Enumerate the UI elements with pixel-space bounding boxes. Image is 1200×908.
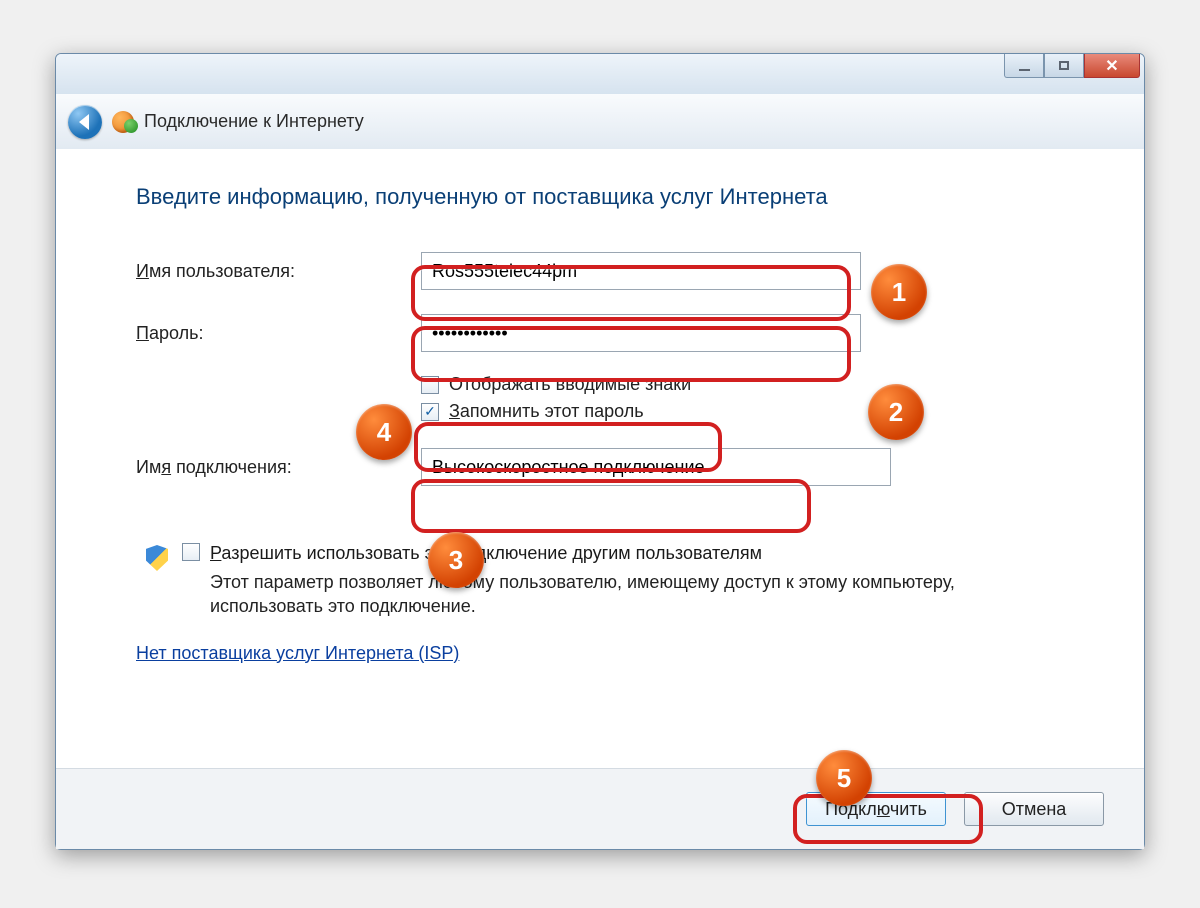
network-globe-icon xyxy=(112,111,134,133)
maximize-icon xyxy=(1059,61,1069,70)
label-password: Пароль: xyxy=(136,323,421,344)
minimize-button[interactable] xyxy=(1004,54,1044,78)
maximize-button[interactable] xyxy=(1044,54,1084,78)
footer: Подключить Отмена xyxy=(56,768,1144,849)
window-title: Подключение к Интернету xyxy=(144,111,364,132)
dialog-window: Подключение к Интернету Введите информац… xyxy=(55,53,1145,850)
cancel-button[interactable]: Отмена xyxy=(964,792,1104,826)
allow-others-checkbox[interactable] xyxy=(182,543,200,561)
allow-others-block: Разрешить использовать это подключение д… xyxy=(146,543,1074,619)
row-password: Пароль: xyxy=(136,312,1074,354)
content-area: Введите информацию, полученную от постав… xyxy=(56,149,1144,769)
remember-pw-checkbox[interactable]: ✓ xyxy=(421,403,439,421)
back-button[interactable] xyxy=(68,105,102,139)
show-chars-checkbox[interactable] xyxy=(421,376,439,394)
row-show-chars: Отображать вводимые знаки xyxy=(421,374,1074,395)
caption-buttons xyxy=(1004,54,1140,78)
close-button[interactable] xyxy=(1084,54,1140,78)
minimize-icon xyxy=(1019,69,1030,71)
back-arrow-icon xyxy=(79,114,89,130)
row-connection-name: Имя подключения: xyxy=(136,446,1074,488)
allow-others-label: Разрешить использовать это подключение д… xyxy=(210,543,762,564)
remember-pw-label: Запомнить этот пароль xyxy=(449,401,644,422)
no-isp-link[interactable]: Нет поставщика услуг Интернета (ISP) xyxy=(136,643,459,664)
titlebar xyxy=(56,54,1144,94)
connect-button[interactable]: Подключить xyxy=(806,792,946,826)
password-input[interactable] xyxy=(421,314,861,352)
shield-icon xyxy=(146,545,168,571)
page-heading: Введите информацию, полученную от постав… xyxy=(136,184,1074,210)
row-username: Имя пользователя: xyxy=(136,250,1074,292)
row-remember-pw: ✓ Запомнить этот пароль xyxy=(421,401,1074,422)
close-icon xyxy=(1105,56,1118,76)
allow-others-description: Этот параметр позволяет любому пользоват… xyxy=(210,570,1002,619)
show-chars-label: Отображать вводимые знаки xyxy=(449,374,691,395)
navbar: Подключение к Интернету xyxy=(56,94,1144,150)
username-input[interactable] xyxy=(421,252,861,290)
label-connection-name: Имя подключения: xyxy=(136,457,421,478)
label-username: Имя пользователя: xyxy=(136,261,421,282)
connection-name-input[interactable] xyxy=(421,448,891,486)
